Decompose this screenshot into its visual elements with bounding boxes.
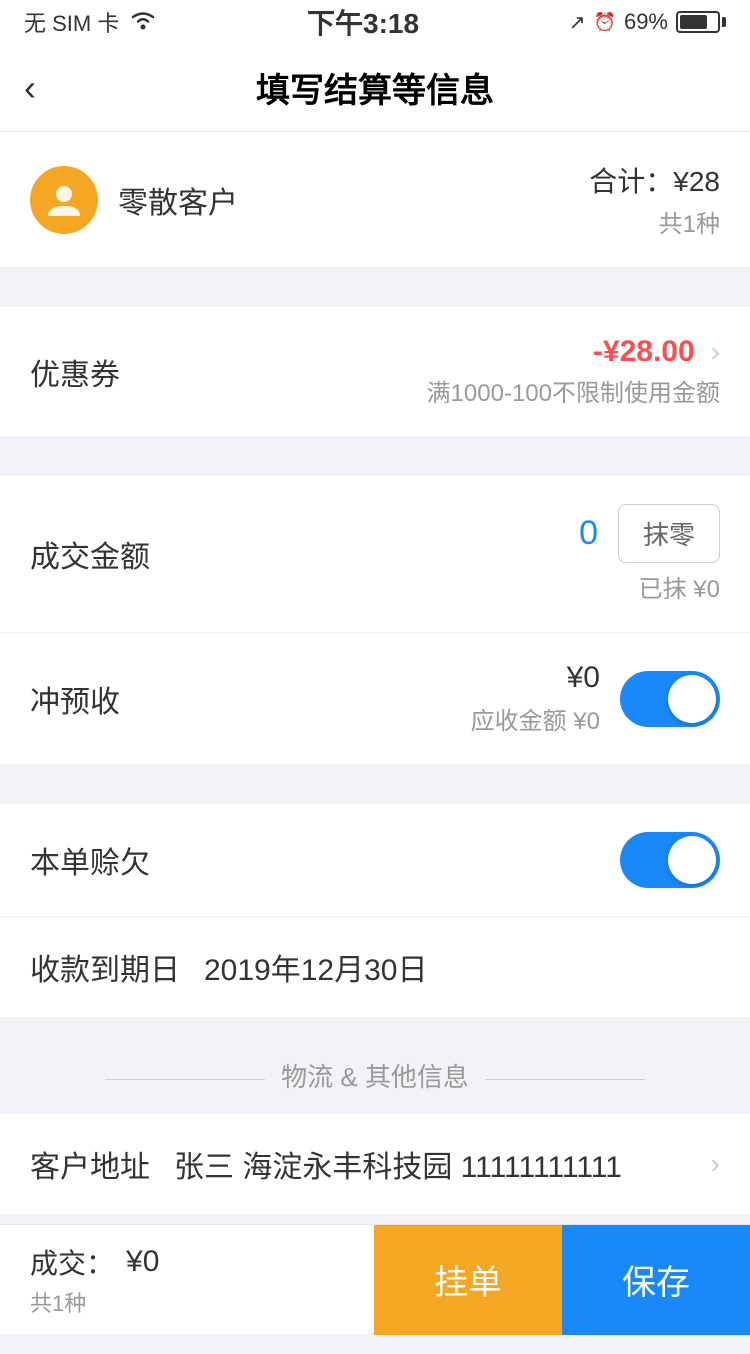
status-bar: 无 SIM 卡 下午3:18 ↗ ⏰ 69% (0, 0, 750, 44)
deal-amount-label: 成交金额 (30, 532, 150, 576)
coupon-label: 优惠券 (30, 350, 120, 394)
credit-toggle-track[interactable] (620, 832, 720, 888)
bottom-deal-value: ¥0 (126, 1245, 159, 1279)
coupon-chevron: › (711, 336, 720, 368)
divider-3 (0, 784, 750, 804)
location-icon: ↗ (569, 10, 586, 35)
prepayment-toggle[interactable] (620, 671, 720, 727)
prepayment-toggle-thumb (668, 675, 716, 723)
battery-icon (676, 11, 726, 33)
bottom-summary: 成交： ¥0 共1种 (0, 1242, 374, 1318)
hang-button-label: 挂单 (434, 1255, 502, 1304)
battery-percent: 69% (624, 9, 668, 35)
content: 零散客户 合计：¥28 共1种 优惠券 -¥28.00 › 满1000-100不… (0, 132, 750, 1354)
coupon-section[interactable]: 优惠券 -¥28.00 › 满1000-100不限制使用金额 (0, 307, 750, 436)
due-date-label: 收款到期日 (30, 945, 180, 989)
customer-name: 零散客户 (118, 178, 238, 222)
coupon-right: -¥28.00 › 满1000-100不限制使用金额 (427, 335, 720, 408)
divider-1 (0, 287, 750, 307)
back-button[interactable]: ‹ (24, 67, 36, 109)
credit-label: 本单赊欠 (30, 838, 150, 882)
credit-section: 本单赊欠 收款到期日 2019年12月30日 (0, 804, 750, 1017)
prepayment-sub: 应收金额 ¥0 (471, 701, 600, 736)
bottom-bar: 成交： ¥0 共1种 挂单 保存 (0, 1224, 750, 1334)
alarm-icon: ⏰ (594, 12, 616, 33)
address-chevron: › (711, 1148, 720, 1180)
logistics-label: 物流 & 其他信息 (89, 1062, 661, 1092)
address-section: 客户地址 张三 海淀永丰科技园 11111111111 › (0, 1114, 750, 1214)
divider-2 (0, 456, 750, 476)
credit-toggle[interactable] (620, 832, 720, 888)
deal-amount-sub: 已抹 ¥0 (639, 569, 720, 604)
nav-bar: ‹ 填写结算等信息 (0, 44, 750, 132)
save-button[interactable]: 保存 (562, 1225, 750, 1335)
prepayment-row: 冲预收 ¥0 应收金额 ¥0 (0, 633, 750, 764)
credit-toggle-thumb (668, 836, 716, 884)
deal-amount-value[interactable]: 0 (579, 514, 598, 553)
status-left: 无 SIM 卡 (24, 6, 157, 38)
bottom-deal: 成交： ¥0 (30, 1242, 344, 1282)
bottom-count: 共1种 (30, 1286, 344, 1318)
no-sim-text: 无 SIM 卡 (24, 6, 119, 38)
prepayment-label: 冲预收 (30, 677, 120, 721)
customer-total: 合计：¥28 (589, 160, 720, 200)
coupon-subtext: 满1000-100不限制使用金额 (427, 373, 720, 408)
hang-button[interactable]: 挂单 (374, 1225, 562, 1335)
logistics-divider: 物流 & 其他信息 (0, 1037, 750, 1114)
prepayment-right: ¥0 应收金额 ¥0 (471, 661, 720, 736)
status-time: 下午3:18 (307, 2, 419, 42)
credit-row: 本单赊欠 (0, 804, 750, 917)
status-right: ↗ ⏰ 69% (569, 9, 726, 35)
deal-amount-row: 成交金额 0 抹零 已抹 ¥0 (0, 476, 750, 633)
address-row[interactable]: 客户地址 张三 海淀永丰科技园 11111111111 › (0, 1114, 750, 1214)
prepayment-value: ¥0 (567, 661, 600, 695)
customer-avatar (30, 166, 98, 234)
coupon-amount: -¥28.00 (593, 335, 695, 369)
due-date-row: 收款到期日 2019年12月30日 (0, 917, 750, 1017)
coupon-row[interactable]: 优惠券 -¥28.00 › 满1000-100不限制使用金额 (0, 307, 750, 436)
address-label: 客户地址 (30, 1142, 150, 1186)
wifi-icon (129, 8, 157, 36)
due-date-value[interactable]: 2019年12月30日 (204, 945, 427, 989)
customer-section: 零散客户 合计：¥28 共1种 (0, 132, 750, 267)
save-button-label: 保存 (622, 1255, 690, 1304)
customer-count: 共1种 (589, 204, 720, 239)
bottom-deal-label: 成交： (30, 1242, 114, 1282)
customer-right: 合计：¥28 共1种 (589, 160, 720, 239)
prepayment-values: ¥0 应收金额 ¥0 (471, 661, 600, 736)
customer-left: 零散客户 (30, 166, 238, 234)
deal-section: 成交金额 0 抹零 已抹 ¥0 冲预收 ¥0 应收金额 ¥0 (0, 476, 750, 764)
prepayment-toggle-track[interactable] (620, 671, 720, 727)
customer-row: 零散客户 合计：¥28 共1种 (0, 132, 750, 267)
round-zero-button[interactable]: 抹零 (618, 504, 720, 563)
address-value: 张三 海淀永丰科技园 11111111111 (174, 1142, 703, 1186)
nav-title: 填写结算等信息 (256, 63, 494, 112)
deal-amount-right: 0 抹零 已抹 ¥0 (579, 504, 720, 604)
